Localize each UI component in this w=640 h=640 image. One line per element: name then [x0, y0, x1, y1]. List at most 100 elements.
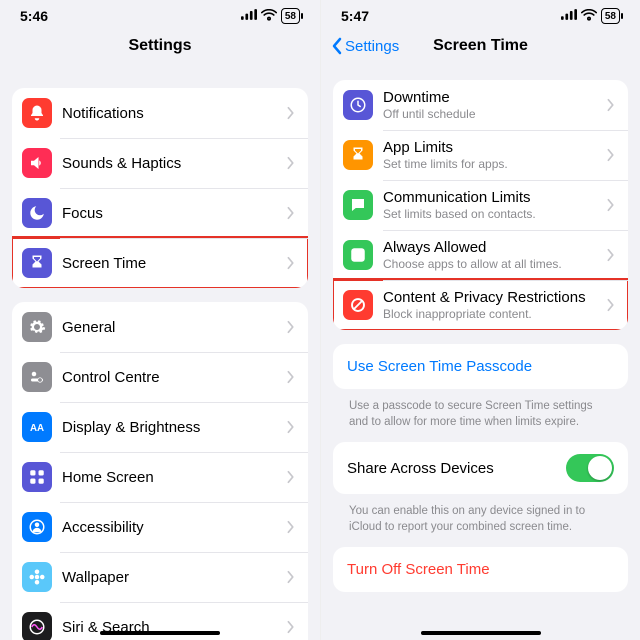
row-content-privacy-restrictions[interactable]: Content & Privacy RestrictionsBlock inap…	[333, 280, 628, 330]
row-label: Accessibility	[62, 519, 280, 536]
chevron-right-icon	[286, 106, 296, 120]
row-wallpaper[interactable]: Wallpaper	[12, 552, 308, 602]
use-passcode-button[interactable]: Use Screen Time Passcode	[333, 344, 628, 389]
row-communication-limits[interactable]: Communication LimitsSet limits based on …	[333, 180, 628, 230]
chevron-right-icon	[286, 520, 296, 534]
share-group: Share Across Devices	[333, 442, 628, 494]
row-subtitle: Choose apps to allow at all times.	[383, 257, 600, 271]
settings-group-2: General Control Centre Display & Brightnes…	[12, 302, 308, 640]
chevron-right-icon	[606, 248, 616, 262]
hourglass-icon	[22, 248, 52, 278]
row-home-screen[interactable]: Home Screen	[12, 452, 308, 502]
downtime-icon	[343, 90, 373, 120]
battery-indicator: 58	[281, 8, 300, 24]
row-subtitle: Off until schedule	[383, 107, 600, 121]
row-always-allowed[interactable]: Always AllowedChoose apps to allow at al…	[333, 230, 628, 280]
row-display-brightness[interactable]: Display & Brightness	[12, 402, 308, 452]
status-bar: 5:46 58	[0, 0, 320, 26]
home-indicator[interactable]	[421, 631, 541, 635]
speaker-icon	[22, 148, 52, 178]
row-label: Focus	[62, 205, 280, 222]
chevron-right-icon	[286, 320, 296, 334]
status-time: 5:47	[341, 8, 369, 24]
chevron-right-icon	[286, 620, 296, 634]
row-focus[interactable]: Focus	[12, 188, 308, 238]
share-note: You can enable this on any device signed…	[333, 498, 628, 535]
flower-icon	[22, 562, 52, 592]
screen-time-screen: 5:47 58 Settings Screen Time DowntimeOff…	[320, 0, 640, 640]
row-label: Always Allowed	[383, 239, 600, 256]
row-subtitle: Block inappropriate content.	[383, 307, 600, 321]
wifi-icon	[581, 9, 597, 24]
battery-indicator: 58	[601, 8, 620, 24]
row-accessibility[interactable]: Accessibility	[12, 502, 308, 552]
chat-icon	[343, 190, 373, 220]
row-notifications[interactable]: Notifications	[12, 88, 308, 138]
check-icon	[343, 240, 373, 270]
turnoff-group: Turn Off Screen Time	[333, 547, 628, 592]
bell-icon	[22, 98, 52, 128]
row-label: Sounds & Haptics	[62, 155, 280, 172]
row-label: Downtime	[383, 89, 600, 106]
hourglass-icon	[343, 140, 373, 170]
chevron-right-icon	[286, 570, 296, 584]
row-label: Control Centre	[62, 369, 280, 386]
status-bar: 5:47 58	[321, 0, 640, 26]
row-screen-time[interactable]: Screen Time	[12, 238, 308, 288]
row-downtime[interactable]: DowntimeOff until schedule	[333, 80, 628, 130]
row-general[interactable]: General	[12, 302, 308, 352]
share-label: Share Across Devices	[347, 460, 494, 477]
aa-icon	[22, 412, 52, 442]
passcode-note: Use a passcode to secure Screen Time set…	[333, 393, 628, 430]
chevron-left-icon	[331, 37, 343, 55]
row-label: Content & Privacy Restrictions	[383, 289, 600, 306]
chevron-right-icon	[286, 420, 296, 434]
back-label: Settings	[345, 38, 399, 55]
row-label: Communication Limits	[383, 189, 600, 206]
row-control-centre[interactable]: Control Centre	[12, 352, 308, 402]
row-label: General	[62, 319, 280, 336]
gear-icon	[22, 312, 52, 342]
row-sounds-haptics[interactable]: Sounds & Haptics	[12, 138, 308, 188]
chevron-right-icon	[286, 206, 296, 220]
moon-icon	[22, 198, 52, 228]
chevron-right-icon	[606, 298, 616, 312]
turn-off-button[interactable]: Turn Off Screen Time	[333, 547, 628, 592]
row-label: Wallpaper	[62, 569, 280, 586]
settings-screen: 5:46 58 Settings Notifications Sounds & H…	[0, 0, 320, 640]
nav-bar: Settings Screen Time	[321, 26, 640, 66]
grid-icon	[22, 462, 52, 492]
switches-icon	[22, 362, 52, 392]
person-icon	[22, 512, 52, 542]
page-title: Screen Time	[433, 37, 528, 55]
back-button[interactable]: Settings	[331, 37, 399, 55]
signal-icon	[561, 9, 577, 23]
share-toggle[interactable]	[566, 454, 614, 482]
screen-time-options-group: DowntimeOff until scheduleApp LimitsSet …	[333, 80, 628, 330]
nav-bar: Settings	[0, 26, 320, 66]
wifi-icon	[261, 9, 277, 24]
row-app-limits[interactable]: App LimitsSet time limits for apps.	[333, 130, 628, 180]
chevron-right-icon	[606, 198, 616, 212]
chevron-right-icon	[286, 256, 296, 270]
status-time: 5:46	[20, 8, 48, 24]
siri-icon	[22, 612, 52, 640]
settings-group-1: Notifications Sounds & Haptics Focus Screen…	[12, 88, 308, 288]
row-label: Display & Brightness	[62, 419, 280, 436]
chevron-right-icon	[286, 370, 296, 384]
passcode-group: Use Screen Time Passcode	[333, 344, 628, 389]
share-across-devices-row: Share Across Devices	[333, 442, 628, 494]
chevron-right-icon	[286, 156, 296, 170]
row-subtitle: Set limits based on contacts.	[383, 207, 600, 221]
chevron-right-icon	[606, 148, 616, 162]
chevron-right-icon	[606, 98, 616, 112]
row-label: Screen Time	[62, 255, 280, 272]
chevron-right-icon	[286, 470, 296, 484]
row-label: Notifications	[62, 105, 280, 122]
nosign-icon	[343, 290, 373, 320]
row-label: App Limits	[383, 139, 600, 156]
signal-icon	[241, 9, 257, 23]
page-title: Settings	[128, 37, 191, 55]
row-label: Home Screen	[62, 469, 280, 486]
home-indicator[interactable]	[100, 631, 220, 635]
